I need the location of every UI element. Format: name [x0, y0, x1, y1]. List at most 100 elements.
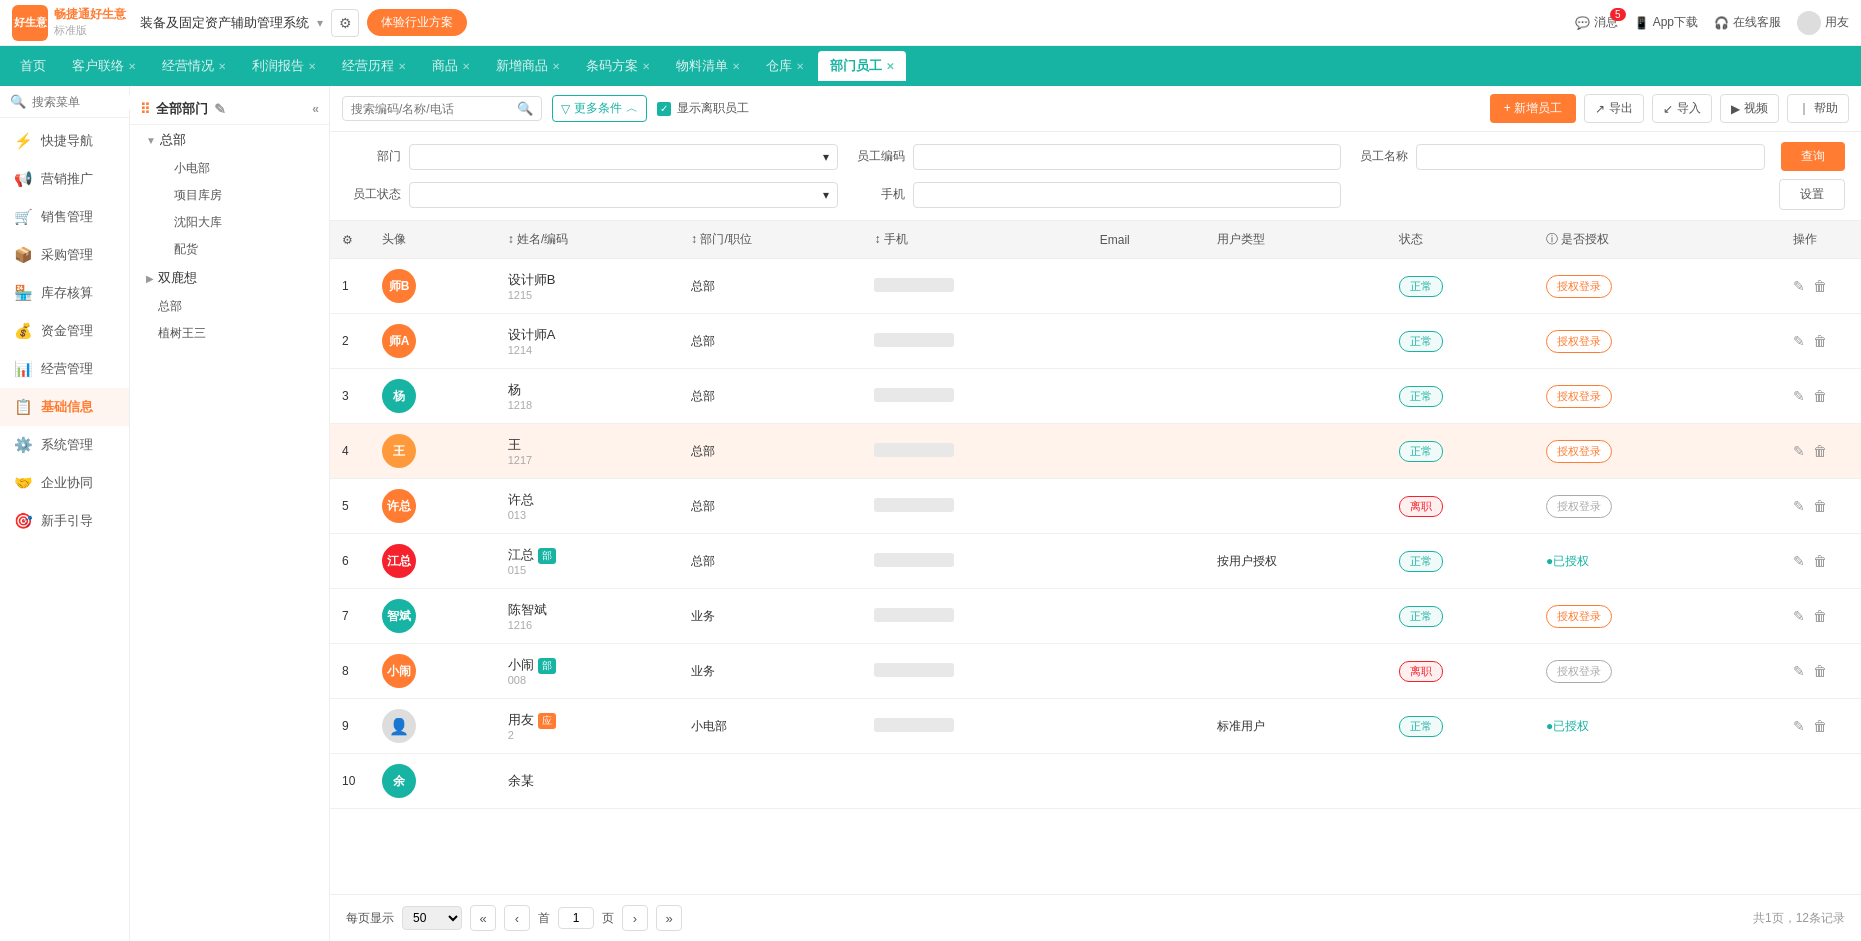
- sidebar-item-basic-info[interactable]: 📋 基础信息: [0, 388, 129, 426]
- sidebar-item-sales[interactable]: 🛒 销售管理: [0, 198, 129, 236]
- sidebar-item-quick-nav[interactable]: ⚡ 快捷导航: [0, 122, 129, 160]
- tab-bom[interactable]: 物料清单 ✕: [664, 51, 752, 81]
- page-size-select[interactable]: 50 100 200: [402, 906, 462, 930]
- auth-btn[interactable]: 授权登录: [1546, 660, 1612, 683]
- emp-name-input[interactable]: [1416, 144, 1765, 170]
- edit-icon[interactable]: ✎: [1793, 718, 1805, 734]
- delete-icon[interactable]: 🗑: [1813, 443, 1827, 459]
- emp-code-input[interactable]: [913, 144, 1342, 170]
- import-btn[interactable]: ↙ 导入: [1652, 94, 1712, 123]
- search-input[interactable]: [351, 102, 513, 116]
- dept-select[interactable]: ▾: [409, 144, 838, 170]
- help-btn[interactable]: ｜ 帮助: [1787, 94, 1849, 123]
- settings-btn[interactable]: ⚙: [331, 9, 359, 37]
- dept-settings-icon[interactable]: ✎: [214, 101, 226, 117]
- close-icon[interactable]: ✕: [218, 61, 226, 72]
- edit-icon[interactable]: ✎: [1793, 333, 1805, 349]
- edit-icon[interactable]: ✎: [1793, 498, 1805, 514]
- show-resign-check[interactable]: ✓ 显示离职员工: [657, 100, 749, 117]
- online-service-btn[interactable]: 🎧 在线客服: [1714, 14, 1781, 31]
- page-input[interactable]: [558, 907, 594, 929]
- user-avatar[interactable]: 用友: [1797, 11, 1849, 35]
- delete-icon[interactable]: 🗑: [1813, 498, 1827, 514]
- dept-collapse-btn[interactable]: «: [312, 102, 319, 116]
- delete-icon[interactable]: 🗑: [1813, 388, 1827, 404]
- close-icon[interactable]: ✕: [732, 61, 740, 72]
- more-filter-btn[interactable]: ▽ 更多条件 ︿: [552, 95, 647, 122]
- sidebar-item-enterprise[interactable]: 🤝 企业协同: [0, 464, 129, 502]
- trial-btn[interactable]: 体验行业方案: [367, 9, 467, 36]
- edit-icon[interactable]: ✎: [1793, 553, 1805, 569]
- prev-page-btn[interactable]: ‹: [504, 905, 530, 931]
- tab-customer[interactable]: 客户联络 ✕: [60, 51, 148, 81]
- close-icon[interactable]: ✕: [552, 61, 560, 72]
- delete-icon[interactable]: 🗑: [1813, 663, 1827, 679]
- tab-dept-staff[interactable]: 部门员工 ✕: [818, 51, 906, 81]
- edit-icon[interactable]: ✎: [1793, 608, 1805, 624]
- close-icon[interactable]: ✕: [128, 61, 136, 72]
- sidebar-item-inventory[interactable]: 🏪 库存核算: [0, 274, 129, 312]
- emp-status-select[interactable]: ▾: [409, 182, 838, 208]
- delete-icon[interactable]: 🗑: [1813, 333, 1827, 349]
- view-btn[interactable]: ▶ 视频: [1720, 94, 1779, 123]
- auth-btn[interactable]: 授权登录: [1546, 275, 1612, 298]
- tab-barcode[interactable]: 条码方案 ✕: [574, 51, 662, 81]
- auth-btn[interactable]: 授权登录: [1546, 495, 1612, 518]
- tab-new-goods[interactable]: 新增商品 ✕: [484, 51, 572, 81]
- tree-leaf-zongbu[interactable]: 总部: [130, 293, 329, 320]
- edit-icon[interactable]: ✎: [1793, 443, 1805, 459]
- sidebar-item-guide[interactable]: 🎯 新手引导: [0, 502, 129, 540]
- th-dept-position[interactable]: ↕ 部门/职位: [679, 221, 862, 259]
- sidebar-item-finance[interactable]: 💰 资金管理: [0, 312, 129, 350]
- th-name-code[interactable]: ↕ 姓名/编码: [496, 221, 679, 259]
- close-icon[interactable]: ✕: [642, 61, 650, 72]
- first-page-btn[interactable]: «: [470, 905, 496, 931]
- delete-icon[interactable]: 🗑: [1813, 608, 1827, 624]
- th-settings[interactable]: ⚙: [330, 221, 370, 259]
- tree-node-shuanglu[interactable]: ▶ 双鹿想: [130, 263, 329, 293]
- tree-leaf-shenyang[interactable]: 沈阳大库: [146, 209, 329, 236]
- tab-profit[interactable]: 利润报告 ✕: [240, 51, 328, 81]
- tab-operations[interactable]: 经营情况 ✕: [150, 51, 238, 81]
- th-phone[interactable]: ↕ 手机: [862, 221, 1087, 259]
- delete-icon[interactable]: 🗑: [1813, 553, 1827, 569]
- sidebar-item-system[interactable]: ⚙️ 系统管理: [0, 426, 129, 464]
- phone-input[interactable]: [913, 182, 1342, 208]
- edit-icon[interactable]: ✎: [1793, 663, 1805, 679]
- system-title-dropdown[interactable]: ▾: [317, 16, 323, 30]
- edit-icon[interactable]: ✎: [1793, 278, 1805, 294]
- tree-leaf-xiaodian[interactable]: 小电部: [146, 155, 329, 182]
- add-employee-btn[interactable]: + 新增员工: [1490, 94, 1576, 123]
- close-icon[interactable]: ✕: [308, 61, 316, 72]
- checkbox-show-resign[interactable]: ✓: [657, 102, 671, 116]
- auth-btn[interactable]: 授权登录: [1546, 605, 1612, 628]
- reset-btn[interactable]: 设置: [1779, 179, 1845, 210]
- sidebar-item-operations[interactable]: 📊 经营管理: [0, 350, 129, 388]
- auth-btn[interactable]: 授权登录: [1546, 385, 1612, 408]
- delete-icon[interactable]: 🗑: [1813, 278, 1827, 294]
- tab-history[interactable]: 经营历程 ✕: [330, 51, 418, 81]
- close-icon[interactable]: ✕: [796, 61, 804, 72]
- export-btn[interactable]: ↗ 导出: [1584, 94, 1644, 123]
- tab-home[interactable]: 首页: [8, 51, 58, 81]
- last-page-btn[interactable]: »: [656, 905, 682, 931]
- query-btn[interactable]: 查询: [1781, 142, 1845, 171]
- sidebar-item-purchase[interactable]: 📦 采购管理: [0, 236, 129, 274]
- tree-leaf-project[interactable]: 项目库房: [146, 182, 329, 209]
- app-download-btn[interactable]: 📱 App下载: [1634, 14, 1698, 31]
- auth-btn[interactable]: 授权登录: [1546, 440, 1612, 463]
- close-icon[interactable]: ✕: [398, 61, 406, 72]
- tab-goods[interactable]: 商品 ✕: [420, 51, 482, 81]
- close-icon-active[interactable]: ✕: [886, 61, 894, 72]
- auth-btn[interactable]: 授权登录: [1546, 330, 1612, 353]
- tree-leaf-peihuo[interactable]: 配货: [146, 236, 329, 263]
- next-page-btn[interactable]: ›: [622, 905, 648, 931]
- tab-warehouse[interactable]: 仓库 ✕: [754, 51, 816, 81]
- delete-icon[interactable]: 🗑: [1813, 718, 1827, 734]
- edit-icon[interactable]: ✎: [1793, 388, 1805, 404]
- message-btn[interactable]: 💬 消息 5: [1575, 14, 1618, 31]
- tree-leaf-zhishu[interactable]: 植树王三: [130, 320, 329, 347]
- sidebar-item-marketing[interactable]: 📢 营销推广: [0, 160, 129, 198]
- close-icon[interactable]: ✕: [462, 61, 470, 72]
- tree-node-general[interactable]: ▼ 总部: [130, 125, 329, 155]
